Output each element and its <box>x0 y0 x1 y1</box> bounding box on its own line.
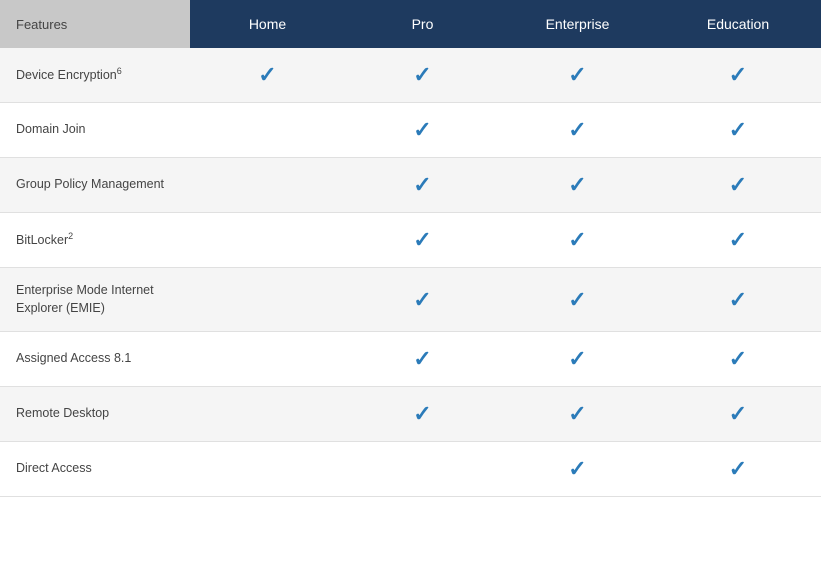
feature-name-cell: Assigned Access 8.1 <box>0 332 190 387</box>
check-icon: ✓ <box>568 62 586 88</box>
check-icon: ✓ <box>568 401 586 427</box>
feature-name-cell: Domain Join <box>0 103 190 158</box>
feature-name-cell: BitLocker2 <box>0 213 190 268</box>
education-cell: ✓ <box>655 103 821 158</box>
pro-cell: ✓ <box>345 213 500 268</box>
table-row: Group Policy Management ✓ ✓ ✓ <box>0 158 821 213</box>
home-cell: ✓ <box>190 48 345 103</box>
check-icon: ✓ <box>413 117 431 143</box>
pro-cell: ✓ <box>345 48 500 103</box>
pro-cell: ✓ <box>345 387 500 442</box>
table-row: BitLocker2 ✓ ✓ ✓ <box>0 213 821 268</box>
enterprise-cell: ✓ <box>500 48 655 103</box>
enterprise-cell: ✓ <box>500 103 655 158</box>
enterprise-column-header: Enterprise <box>500 0 655 48</box>
home-column-header: Home <box>190 0 345 48</box>
home-cell <box>190 213 345 268</box>
pro-cell: ✓ <box>345 332 500 387</box>
check-icon: ✓ <box>729 62 747 88</box>
check-icon: ✓ <box>729 401 747 427</box>
enterprise-cell: ✓ <box>500 158 655 213</box>
comparison-table: Features Home Pro Enterprise Education D… <box>0 0 821 497</box>
check-icon: ✓ <box>729 227 747 253</box>
check-icon: ✓ <box>413 346 431 372</box>
home-cell <box>190 268 345 332</box>
table-row: Device Encryption6 ✓ ✓ ✓ ✓ <box>0 48 821 103</box>
home-cell <box>190 332 345 387</box>
check-icon: ✓ <box>413 172 431 198</box>
home-cell <box>190 103 345 158</box>
check-icon: ✓ <box>413 287 431 313</box>
education-cell: ✓ <box>655 268 821 332</box>
pro-cell: ✓ <box>345 268 500 332</box>
home-cell <box>190 158 345 213</box>
feature-name-cell: Device Encryption6 <box>0 48 190 103</box>
pro-cell: ✓ <box>345 103 500 158</box>
check-icon: ✓ <box>568 117 586 143</box>
table-row: Enterprise Mode Internet Explorer (EMIE)… <box>0 268 821 332</box>
table-row: Remote Desktop ✓ ✓ ✓ <box>0 387 821 442</box>
features-column-header: Features <box>0 0 190 48</box>
home-cell <box>190 387 345 442</box>
check-icon: ✓ <box>413 62 431 88</box>
education-cell: ✓ <box>655 48 821 103</box>
enterprise-cell: ✓ <box>500 213 655 268</box>
check-icon: ✓ <box>568 287 586 313</box>
feature-name-cell: Direct Access <box>0 442 190 497</box>
check-icon: ✓ <box>413 401 431 427</box>
table-row: Domain Join ✓ ✓ ✓ <box>0 103 821 158</box>
feature-name-cell: Remote Desktop <box>0 387 190 442</box>
check-icon: ✓ <box>729 117 747 143</box>
check-icon: ✓ <box>568 346 586 372</box>
education-cell: ✓ <box>655 387 821 442</box>
pro-column-header: Pro <box>345 0 500 48</box>
check-icon: ✓ <box>729 346 747 372</box>
table-row: Direct Access ✓ ✓ <box>0 442 821 497</box>
enterprise-cell: ✓ <box>500 268 655 332</box>
enterprise-cell: ✓ <box>500 442 655 497</box>
check-icon: ✓ <box>413 227 431 253</box>
pro-cell: ✓ <box>345 158 500 213</box>
check-icon: ✓ <box>729 172 747 198</box>
education-column-header: Education <box>655 0 821 48</box>
feature-name-cell: Group Policy Management <box>0 158 190 213</box>
check-icon: ✓ <box>568 456 586 482</box>
education-cell: ✓ <box>655 442 821 497</box>
check-icon: ✓ <box>568 227 586 253</box>
check-icon: ✓ <box>258 62 276 88</box>
education-cell: ✓ <box>655 213 821 268</box>
enterprise-cell: ✓ <box>500 332 655 387</box>
home-cell <box>190 442 345 497</box>
table-row: Assigned Access 8.1 ✓ ✓ ✓ <box>0 332 821 387</box>
pro-cell <box>345 442 500 497</box>
check-icon: ✓ <box>729 287 747 313</box>
education-cell: ✓ <box>655 158 821 213</box>
feature-name-cell: Enterprise Mode Internet Explorer (EMIE) <box>0 268 190 332</box>
education-cell: ✓ <box>655 332 821 387</box>
check-icon: ✓ <box>729 456 747 482</box>
check-icon: ✓ <box>568 172 586 198</box>
enterprise-cell: ✓ <box>500 387 655 442</box>
